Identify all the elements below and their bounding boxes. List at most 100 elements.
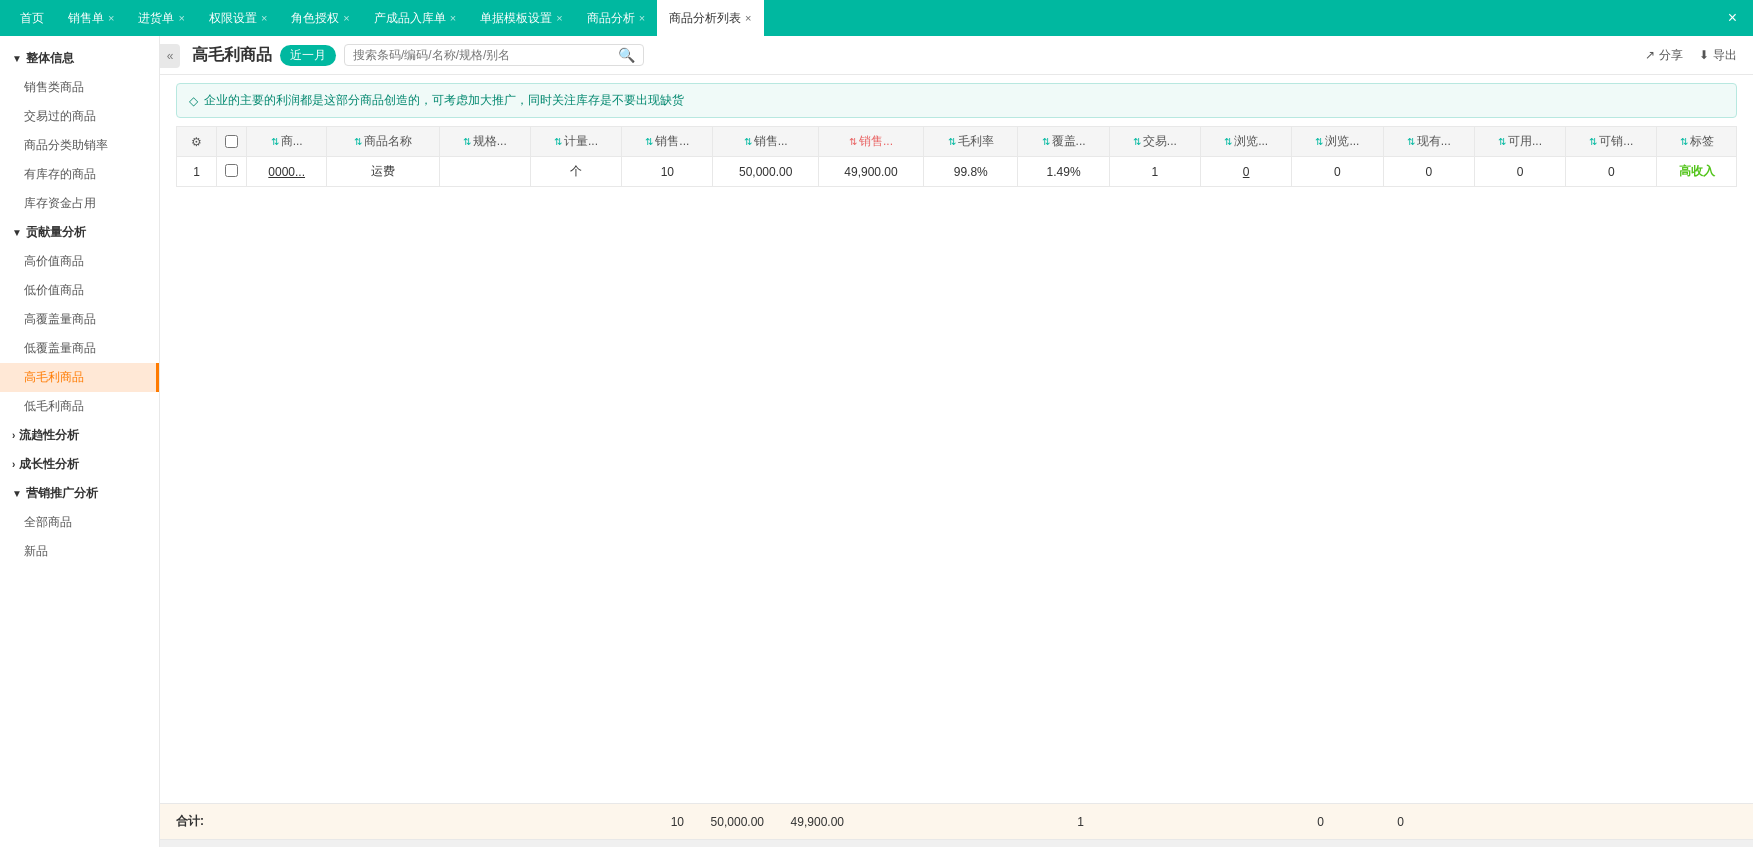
info-text: 企业的主要的利润都是这部分商品创造的，可考虑加大推广，同时关注库存是不要出现缺货	[204, 92, 684, 109]
settings-icon[interactable]: ⚙	[191, 135, 202, 149]
nav-purchase-close[interactable]: ×	[178, 12, 184, 24]
select-all-checkbox[interactable]	[225, 135, 238, 148]
col-available: ⇅可用...	[1474, 127, 1565, 157]
footer-sales3: 49,900.00	[772, 815, 852, 829]
arrow-trend: ›	[12, 430, 15, 441]
col-index: ⚙	[177, 127, 217, 157]
nav-sales[interactable]: 销售单 ×	[56, 0, 126, 36]
table-footer: 合计: 10 50,000.00 49,900.00 1 0 0	[160, 803, 1753, 839]
nav-analysis-list-close[interactable]: ×	[745, 12, 751, 24]
sidebar-item-inventory-capital[interactable]: 库存资金占用	[0, 189, 159, 218]
table-container[interactable]: ⚙ ⇅商... ⇅商品名称 ⇅规格...	[160, 126, 1753, 803]
footer-available: 0	[1332, 815, 1412, 829]
sort-icon-browse2[interactable]: ⇅	[1315, 136, 1323, 147]
sort-icon-available[interactable]: ⇅	[1498, 136, 1506, 147]
sort-icon-browse1[interactable]: ⇅	[1224, 136, 1232, 147]
nav-product-inbound[interactable]: 产成品入库单 ×	[362, 0, 468, 36]
sort-icon-unit[interactable]: ⇅	[554, 136, 562, 147]
horizontal-scrollbar[interactable]	[160, 839, 1753, 847]
cell-available: 0	[1474, 157, 1565, 187]
info-bar: ◇ 企业的主要的利润都是这部分商品创造的，可考虑加大推广，同时关注库存是不要出现…	[176, 83, 1737, 118]
cell-current: 0	[1383, 157, 1474, 187]
cell-name: 运费	[327, 157, 439, 187]
sidebar-item-traded-goods[interactable]: 交易过的商品	[0, 102, 159, 131]
sort-icon-gross[interactable]: ⇅	[948, 136, 956, 147]
col-sales3: ⇅销售...	[818, 127, 923, 157]
cell-unit: 个	[530, 157, 621, 187]
nav-template-close[interactable]: ×	[556, 12, 562, 24]
arrow-marketing: ▼	[12, 488, 22, 499]
search-icon[interactable]: 🔍	[618, 47, 635, 63]
sidebar: ▼ 整体信息 销售类商品 交易过的商品 商品分类助销率 有库存的商品 库存资金占…	[0, 36, 160, 847]
nav-purchase[interactable]: 进货单 ×	[126, 0, 196, 36]
sidebar-item-high-value[interactable]: 高价值商品	[0, 247, 159, 276]
sidebar-item-sales-goods[interactable]: 销售类商品	[0, 73, 159, 102]
sort-icon-sales3[interactable]: ⇅	[849, 136, 857, 147]
search-input[interactable]	[353, 48, 618, 62]
sidebar-item-high-coverage[interactable]: 高覆盖量商品	[0, 305, 159, 334]
nav-permission-close[interactable]: ×	[261, 12, 267, 24]
sidebar-item-high-margin[interactable]: 高毛利商品	[0, 363, 159, 392]
sort-icon-sales2[interactable]: ⇅	[744, 136, 752, 147]
cell-sales2: 50,000.00	[713, 157, 818, 187]
sort-icon-tag[interactable]: ⇅	[1680, 136, 1688, 147]
nav-home[interactable]: 首页	[8, 0, 56, 36]
col-unit: ⇅计量...	[530, 127, 621, 157]
sidebar-item-low-value[interactable]: 低价值商品	[0, 276, 159, 305]
col-spec: ⇅规格...	[439, 127, 530, 157]
cell-tag: 高收入	[1657, 157, 1737, 187]
cell-code: 0000...	[247, 157, 327, 187]
nav-permission[interactable]: 权限设置 ×	[197, 0, 279, 36]
nav-analysis-list[interactable]: 商品分析列表 ×	[657, 0, 763, 36]
sidebar-collapse-btn[interactable]: «	[160, 44, 180, 68]
date-filter-btn[interactable]: 近一月	[280, 45, 336, 66]
sidebar-item-low-coverage[interactable]: 低覆盖量商品	[0, 334, 159, 363]
col-sales2: ⇅销售...	[713, 127, 818, 157]
col-browse2: ⇅浏览...	[1292, 127, 1383, 157]
sort-icon-sales1[interactable]: ⇅	[645, 136, 653, 147]
sidebar-group-trend[interactable]: › 流趋性分析	[0, 421, 159, 450]
nav-window-close[interactable]: ×	[1720, 9, 1745, 27]
arrow-contribution: ▼	[12, 227, 22, 238]
nav-sales-close[interactable]: ×	[108, 12, 114, 24]
export-icon: ⬇	[1699, 48, 1709, 62]
sidebar-group-contribution[interactable]: ▼ 贡献量分析	[0, 218, 159, 247]
sidebar-item-in-stock[interactable]: 有库存的商品	[0, 160, 159, 189]
sidebar-item-new-goods[interactable]: 新品	[0, 537, 159, 566]
search-box: 🔍	[344, 44, 644, 66]
share-button[interactable]: ↗ 分享	[1645, 47, 1683, 64]
data-table: ⚙ ⇅商... ⇅商品名称 ⇅规格...	[176, 126, 1737, 187]
nav-template-settings[interactable]: 单据模板设置 ×	[468, 0, 574, 36]
sort-icon-saleable[interactable]: ⇅	[1589, 136, 1597, 147]
nav-product-analysis[interactable]: 商品分析 ×	[575, 0, 657, 36]
sidebar-item-category-rate[interactable]: 商品分类助销率	[0, 131, 159, 160]
browse1-link[interactable]: 0	[1243, 165, 1250, 179]
sort-icon-transaction[interactable]: ⇅	[1133, 136, 1141, 147]
sidebar-item-low-margin[interactable]: 低毛利商品	[0, 392, 159, 421]
sidebar-group-growth[interactable]: › 成长性分析	[0, 450, 159, 479]
row-checkbox[interactable]	[225, 164, 238, 177]
sort-icon-code[interactable]: ⇅	[271, 136, 279, 147]
sidebar-item-all-goods[interactable]: 全部商品	[0, 508, 159, 537]
share-icon: ↗	[1645, 48, 1655, 62]
sort-icon-coverage[interactable]: ⇅	[1042, 136, 1050, 147]
content-area: « 高毛利商品 近一月 🔍 ↗ 分享 ⬇ 导出 ◇	[160, 36, 1753, 847]
sort-icon-name[interactable]: ⇅	[354, 136, 362, 147]
nav-analysis-close[interactable]: ×	[639, 12, 645, 24]
info-icon: ◇	[189, 94, 198, 108]
cell-spec	[439, 157, 530, 187]
nav-role[interactable]: 角色授权 ×	[279, 0, 361, 36]
cell-browse1: 0	[1201, 157, 1292, 187]
nav-role-close[interactable]: ×	[343, 12, 349, 24]
nav-product-inbound-close[interactable]: ×	[450, 12, 456, 24]
sidebar-group-overall[interactable]: ▼ 整体信息	[0, 44, 159, 73]
footer-label: 合计:	[176, 813, 204, 830]
col-name: ⇅商品名称	[327, 127, 439, 157]
footer-current: 0	[1252, 815, 1332, 829]
sort-icon-current[interactable]: ⇅	[1407, 136, 1415, 147]
export-button[interactable]: ⬇ 导出	[1699, 47, 1737, 64]
sort-icon-spec[interactable]: ⇅	[463, 136, 471, 147]
sidebar-group-marketing[interactable]: ▼ 营销推广分析	[0, 479, 159, 508]
page-title: 高毛利商品	[192, 45, 272, 66]
code-link[interactable]: 0000...	[268, 165, 305, 179]
